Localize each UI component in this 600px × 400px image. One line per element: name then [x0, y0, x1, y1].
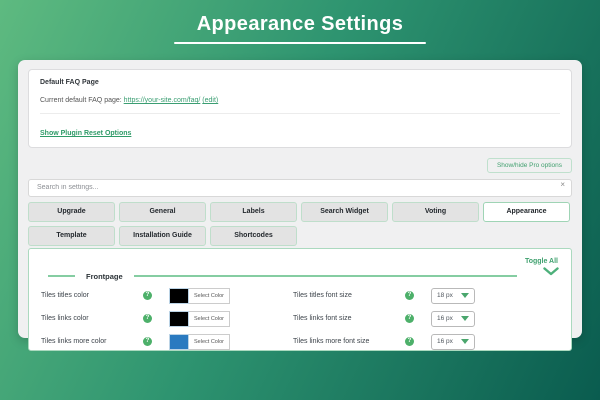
setting-label: Tiles links more color [41, 338, 107, 345]
font-settings-column: Tiles titles font size ? 18 px Tiles lin… [293, 287, 559, 357]
title-underline [174, 42, 426, 44]
setting-row-tiles-links-font-size: Tiles links font size ? 16 px [293, 310, 559, 327]
current-faq-label: Current default FAQ page: [40, 97, 122, 104]
caret-down-icon [461, 339, 469, 344]
page-title: Appearance Settings [196, 13, 404, 35]
page-header: Appearance Settings [0, 0, 600, 44]
setting-label: Tiles links font size [293, 315, 352, 322]
plugin-reset-link[interactable]: Show Plugin Reset Options [40, 130, 131, 137]
faq-card-heading: Default FAQ Page [40, 79, 99, 86]
color-swatch[interactable] [169, 310, 189, 327]
select-color-button[interactable]: Select Color [189, 287, 230, 304]
setting-label: Tiles titles font size [293, 292, 352, 299]
color-settings-column: Tiles titles color ? Select Color Tiles … [41, 287, 293, 357]
section-line-right [133, 275, 517, 277]
clear-search-icon[interactable]: × [560, 180, 565, 189]
font-size-value: 16 px [437, 315, 453, 322]
tab-upgrade[interactable]: Upgrade [28, 201, 115, 222]
setting-row-tiles-links-more-color: Tiles links more color ? Select Color [41, 333, 293, 350]
tab-shortcodes[interactable]: Shortcodes [210, 225, 297, 246]
chevron-down-icon[interactable] [543, 266, 559, 276]
section-title: Frontpage [86, 271, 123, 281]
color-picker: Select Color [169, 310, 230, 327]
color-picker: Select Color [169, 287, 230, 304]
settings-grid: Tiles titles color ? Select Color Tiles … [41, 287, 559, 357]
search-row: × [28, 176, 572, 197]
default-faq-card: Default FAQ Page Current default FAQ pag… [28, 69, 572, 148]
setting-label: Tiles links more font size [293, 338, 370, 345]
font-size-select[interactable]: 16 px [431, 333, 475, 350]
font-size-value: 18 px [437, 292, 453, 299]
current-faq-line: Current default FAQ page: https://your-s… [40, 97, 560, 104]
show-hide-pro-button[interactable]: Show/hide Pro options [486, 158, 572, 173]
info-icon[interactable]: ? [143, 337, 152, 346]
section-line-left [48, 275, 75, 277]
faq-url-link[interactable]: https://your-site.com/faq/ [124, 97, 201, 104]
tab-labels[interactable]: Labels [210, 201, 297, 222]
color-swatch[interactable] [169, 333, 189, 350]
font-size-value: 16 px [437, 338, 453, 345]
setting-row-tiles-links-color: Tiles links color ? Select Color [41, 310, 293, 327]
tab-installation-guide[interactable]: Installation Guide [119, 225, 206, 246]
settings-panel: Default FAQ Page Current default FAQ pag… [18, 60, 582, 351]
tab-search-widget[interactable]: Search Widget [301, 201, 388, 222]
setting-label: Tiles titles color [41, 292, 89, 299]
setting-row-tiles-links-more-font-size: Tiles links more font size ? 16 px [293, 333, 559, 350]
color-swatch[interactable] [169, 287, 189, 304]
search-input[interactable] [28, 178, 572, 197]
info-icon[interactable]: ? [143, 314, 152, 323]
setting-label: Tiles links color [41, 315, 89, 322]
color-picker: Select Color [169, 333, 230, 350]
tab-voting[interactable]: Voting [392, 201, 479, 222]
setting-row-tiles-titles-color: Tiles titles color ? Select Color [41, 287, 293, 304]
appearance-tab-content: Toggle All Frontpage Tiles titles color … [28, 247, 572, 351]
info-icon[interactable]: ? [405, 291, 414, 300]
tab-template[interactable]: Template [28, 225, 115, 246]
font-size-select[interactable]: 18 px [431, 287, 475, 304]
info-icon[interactable]: ? [405, 314, 414, 323]
caret-down-icon [461, 293, 469, 298]
select-color-button[interactable]: Select Color [189, 310, 230, 327]
font-size-select[interactable]: 16 px [431, 310, 475, 327]
edit-link[interactable]: (edit) [202, 97, 218, 104]
select-color-button[interactable]: Select Color [189, 333, 230, 350]
pro-options-row: Show/hide Pro options [28, 154, 572, 173]
tab-general[interactable]: General [119, 201, 206, 222]
setting-row-tiles-titles-font-size: Tiles titles font size ? 18 px [293, 287, 559, 304]
caret-down-icon [461, 316, 469, 321]
tab-appearance[interactable]: Appearance [483, 201, 570, 222]
settings-tabs: Upgrade General Labels Search Widget Vot… [28, 201, 572, 246]
info-icon[interactable]: ? [405, 337, 414, 346]
frontpage-section-header: Frontpage [41, 249, 559, 281]
divider [40, 113, 560, 114]
toggle-all-link[interactable]: Toggle All [525, 258, 558, 265]
info-icon[interactable]: ? [143, 291, 152, 300]
